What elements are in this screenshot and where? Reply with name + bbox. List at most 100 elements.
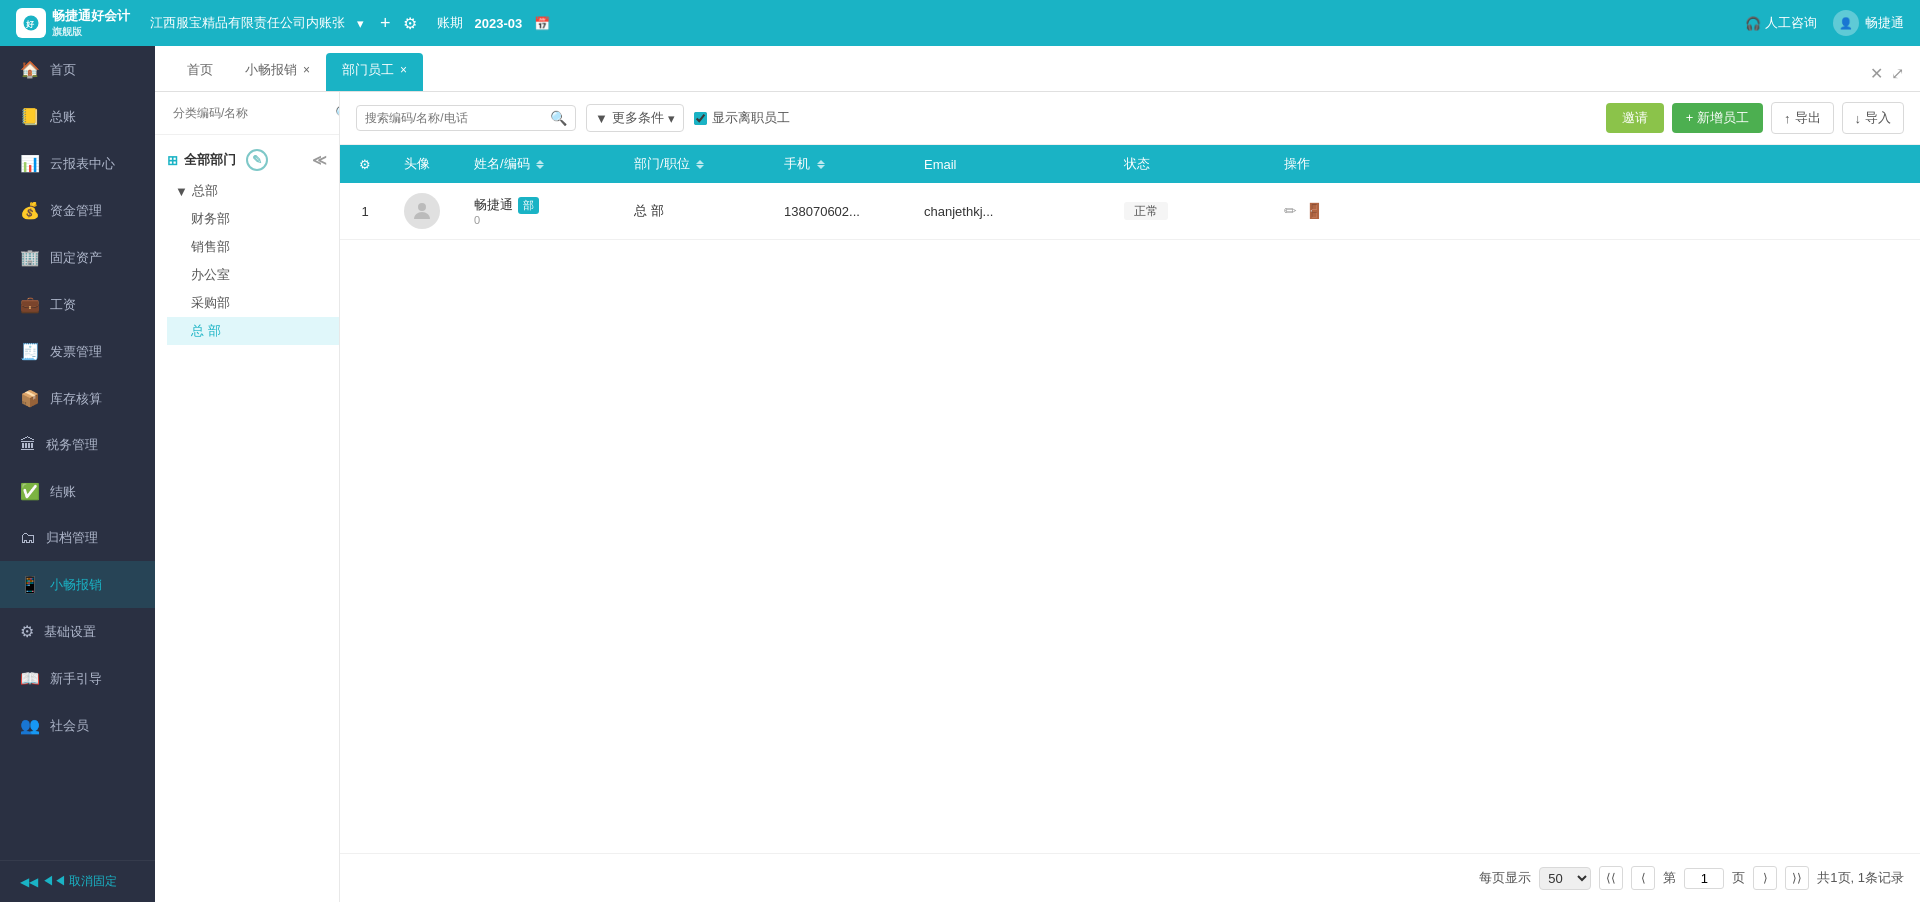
period-value[interactable]: 2023-03 (475, 16, 523, 31)
main-layout: 🏠 首页 📒 总账 📊 云报表中心 💰 资金管理 🏢 固定资产 💼 工资 🧾 发… (0, 46, 1920, 902)
funds-icon: 💰 (20, 201, 40, 220)
svg-text:好: 好 (25, 19, 35, 29)
employee-search-icon[interactable]: 🔍 (550, 110, 567, 126)
import-label: 导入 (1865, 109, 1891, 127)
close-all-tabs-button[interactable]: ✕ (1870, 64, 1883, 83)
delete-employee-button[interactable]: 🚪 (1305, 202, 1324, 220)
employee-dept-badge: 部 (518, 197, 539, 214)
table: ⚙ 头像 姓名/编码 部门/职位 (340, 145, 1920, 240)
row-phone-cell: 138070602... (770, 183, 910, 240)
per-page-select[interactable]: 20 50 100 (1539, 867, 1591, 890)
sidebar-item-reports[interactable]: 📊 云报表中心 (0, 140, 155, 187)
col-phone[interactable]: 手机 (770, 145, 910, 183)
company-dropdown[interactable]: ▾ (357, 16, 364, 31)
sidebar-item-home[interactable]: 🏠 首页 (0, 46, 155, 93)
sidebar-item-funds[interactable]: 💰 资金管理 (0, 187, 155, 234)
sidebar-item-inventory[interactable]: 📦 库存核算 (0, 375, 155, 422)
topbar-right: 🎧 人工咨询 👤 畅捷通 (1745, 10, 1904, 36)
assets-icon: 🏢 (20, 248, 40, 267)
sidebar-label-member: 社会员 (50, 717, 89, 735)
show-resigned-checkbox[interactable] (694, 112, 707, 125)
col-settings[interactable]: ⚙ (340, 145, 390, 183)
sidebar-item-payroll[interactable]: 💼 工资 (0, 281, 155, 328)
page-content: 🔍 ⊞ 全部部门 ✎ ≪ ▼ 总部 财 (155, 92, 1920, 902)
unpin-sidebar-button[interactable]: ◀◀ ◀◀ 取消固定 (0, 860, 155, 902)
sidebar-item-expense[interactable]: 📱 小畅报销 (0, 561, 155, 608)
dept-group-header-headquarters[interactable]: ▼ 总部 (167, 177, 339, 205)
sidebar-item-tax[interactable]: 🏛 税务管理 (0, 422, 155, 468)
sidebar-label-ledger: 总账 (50, 108, 76, 126)
phone-sort-icon (817, 160, 825, 169)
table-header-row: ⚙ 头像 姓名/编码 部门/职位 (340, 145, 1920, 183)
last-page-button[interactable]: ⟩⟩ (1785, 866, 1809, 890)
sidebar-item-guide[interactable]: 📖 新手引导 (0, 655, 155, 702)
prev-page-button[interactable]: ⟨ (1631, 866, 1655, 890)
col-name[interactable]: 姓名/编码 (460, 145, 620, 183)
calendar-icon[interactable]: 📅 (534, 16, 550, 31)
user-menu[interactable]: 👤 畅捷通 (1833, 10, 1904, 36)
row-actions-cell: ✏ 🚪 (1270, 183, 1920, 240)
dept-all-label: 全部部门 (184, 151, 236, 169)
dept-search-input[interactable] (165, 102, 331, 124)
dept-all-button[interactable]: ⊞ 全部部门 ✎ ≪ (155, 143, 339, 177)
filter-icon: ▼ (595, 111, 608, 126)
employee-search-input[interactable] (365, 111, 546, 125)
tab-department-close[interactable]: × (400, 63, 407, 77)
more-filter-button[interactable]: ▼ 更多条件 ▾ (586, 104, 684, 132)
svg-point-2 (418, 203, 426, 211)
app-title: 畅捷通好会计 (52, 7, 130, 25)
dept-item-finance[interactable]: 财务部 (167, 205, 339, 233)
col-dept[interactable]: 部门/职位 (620, 145, 770, 183)
employee-name: 畅捷通 (474, 196, 513, 214)
ledger-icon: 📒 (20, 107, 40, 126)
dept-edit-button[interactable]: ✎ (246, 149, 268, 171)
sidebar-item-archive[interactable]: 🗂 归档管理 (0, 515, 155, 561)
employee-panel: 🔍 ▼ 更多条件 ▾ 显示离职员工 邀请 + 新增员工 (340, 92, 1920, 902)
tab-expense[interactable]: 小畅报销 × (229, 53, 326, 91)
tab-home-label: 首页 (187, 61, 213, 79)
edition-label: 旗舰版 (52, 25, 130, 39)
add-tab-button[interactable]: + (380, 13, 391, 34)
dept-item-headquarters[interactable]: 总 部 (167, 317, 339, 345)
sidebar-item-invoice[interactable]: 🧾 发票管理 (0, 328, 155, 375)
sidebar-label-close: 结账 (50, 483, 76, 501)
employee-phone: 138070602... (784, 204, 860, 219)
filter-label: 更多条件 (612, 109, 664, 127)
next-page-button[interactable]: ⟩ (1753, 866, 1777, 890)
export-button[interactable]: ↑ 导出 (1771, 102, 1834, 134)
filter-chevron-icon: ▾ (668, 111, 675, 126)
sidebar-item-member[interactable]: 👥 社会员 (0, 702, 155, 749)
dept-item-sales[interactable]: 销售部 (167, 233, 339, 261)
dept-group-headquarters: ▼ 总部 财务部 销售部 办公室 采购部 (155, 177, 339, 345)
settings-icon[interactable]: ⚙ (403, 14, 417, 33)
dept-item-purchasing[interactable]: 采购部 (167, 289, 339, 317)
expand-button[interactable]: ⤢ (1891, 64, 1904, 83)
col-status: 状态 (1110, 145, 1270, 183)
sidebar-item-close[interactable]: ✅ 结账 (0, 468, 155, 515)
add-employee-button[interactable]: + 新增员工 (1672, 103, 1763, 133)
support-button[interactable]: 🎧 人工咨询 (1745, 14, 1817, 32)
sidebar-label-expense: 小畅报销 (50, 576, 102, 594)
grid-icon: ⊞ (167, 153, 178, 168)
tab-expense-close[interactable]: × (303, 63, 310, 77)
dept-collapse-button[interactable]: ≪ (312, 152, 327, 168)
first-page-button[interactable]: ⟨⟨ (1599, 866, 1623, 890)
tab-department[interactable]: 部门员工 × (326, 53, 423, 91)
unpin-label: ◀◀ 取消固定 (42, 873, 117, 890)
page-number-input[interactable] (1684, 868, 1724, 889)
sidebar-item-general-ledger[interactable]: 📒 总账 (0, 93, 155, 140)
dept-tree: ⊞ 全部部门 ✎ ≪ ▼ 总部 财务部 销 (155, 135, 339, 353)
sidebar-item-basic-settings[interactable]: ⚙ 基础设置 (0, 608, 155, 655)
tab-bar: 首页 小畅报销 × 部门员工 × ✕ ⤢ (155, 46, 1920, 92)
row-index: 1 (340, 183, 390, 240)
tab-home[interactable]: 首页 (171, 53, 229, 91)
dept-label-headquarters: 总 部 (191, 323, 221, 338)
edit-employee-button[interactable]: ✏ (1284, 202, 1297, 220)
dept-item-office[interactable]: 办公室 (167, 261, 339, 289)
expense-icon: 📱 (20, 575, 40, 594)
import-button[interactable]: ↓ 导入 (1842, 102, 1905, 134)
invite-button[interactable]: 邀请 (1606, 103, 1664, 133)
sidebar-item-assets[interactable]: 🏢 固定资产 (0, 234, 155, 281)
row-name-cell: 畅捷通 部 0 (460, 183, 620, 240)
show-resigned-checkbox-label[interactable]: 显示离职员工 (694, 109, 790, 127)
